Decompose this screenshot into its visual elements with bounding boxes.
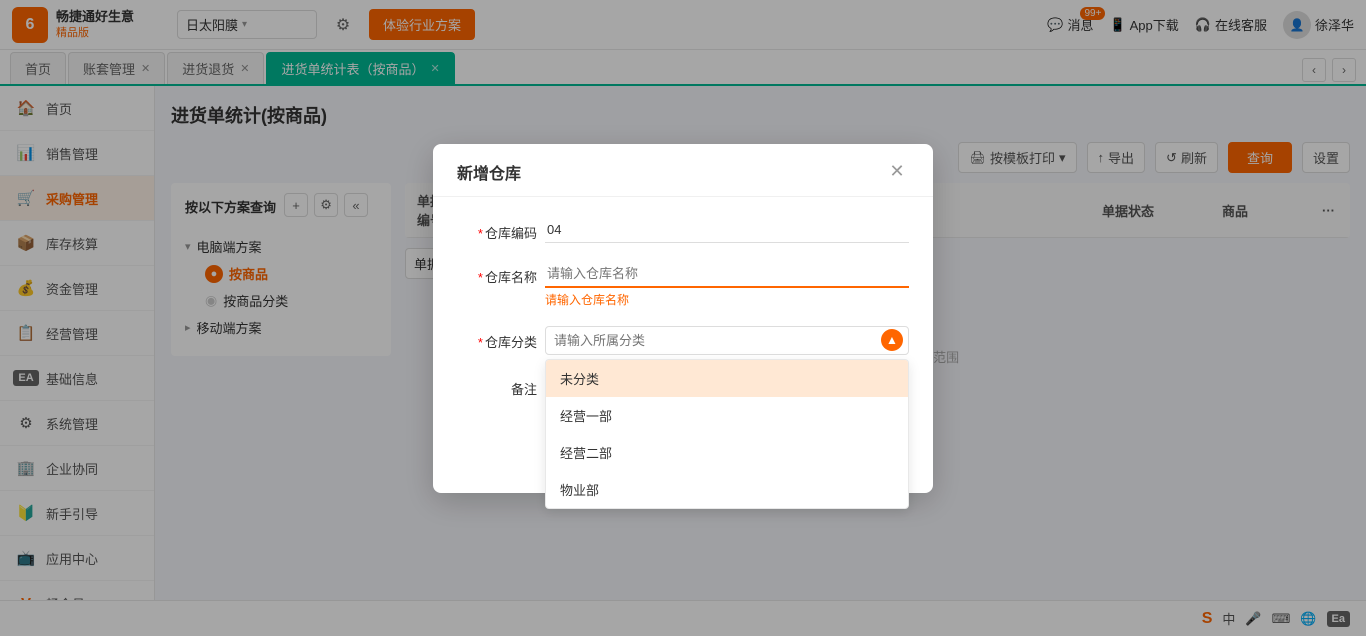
category-toggle-button[interactable]: ▲ bbox=[881, 329, 903, 351]
code-input[interactable] bbox=[545, 217, 909, 243]
dropdown-item-1[interactable]: 经营一部 bbox=[546, 397, 908, 434]
form-row-name: *仓库名称 请输入仓库名称 bbox=[457, 261, 909, 308]
form-row-category: *仓库分类 ▲ 未分类 经营一部 经营二部 物业部 bbox=[457, 326, 909, 355]
code-label: *仓库编码 bbox=[457, 217, 537, 242]
remark-label: 备注 bbox=[457, 373, 537, 398]
modal-title: 新增仓库 bbox=[457, 160, 521, 184]
add-warehouse-modal: 新增仓库 ✕ *仓库编码 *仓库名称 请输入仓库名称 bbox=[433, 144, 933, 493]
dropdown-item-0[interactable]: 未分类 bbox=[546, 360, 908, 397]
dropdown-item-2[interactable]: 经营二部 bbox=[546, 434, 908, 471]
form-row-code: *仓库编码 bbox=[457, 217, 909, 243]
name-label: *仓库名称 bbox=[457, 261, 537, 286]
modal-overlay: 新增仓库 ✕ *仓库编码 *仓库名称 请输入仓库名称 bbox=[0, 0, 1366, 636]
name-input[interactable] bbox=[545, 261, 909, 288]
modal-close-button[interactable]: ✕ bbox=[885, 160, 909, 184]
category-dropdown: 未分类 经营一部 经营二部 物业部 bbox=[545, 359, 909, 509]
name-field-wrap: 请输入仓库名称 bbox=[545, 261, 909, 308]
name-error-msg: 请输入仓库名称 bbox=[545, 291, 909, 308]
modal-header: 新增仓库 ✕ bbox=[433, 144, 933, 197]
category-label: *仓库分类 bbox=[457, 326, 537, 351]
dropdown-item-3[interactable]: 物业部 bbox=[546, 471, 908, 508]
category-input[interactable] bbox=[545, 326, 909, 355]
category-input-wrap: ▲ 未分类 经营一部 经营二部 物业部 bbox=[545, 326, 909, 355]
modal-body: *仓库编码 *仓库名称 请输入仓库名称 *仓库分类 bbox=[433, 197, 933, 437]
